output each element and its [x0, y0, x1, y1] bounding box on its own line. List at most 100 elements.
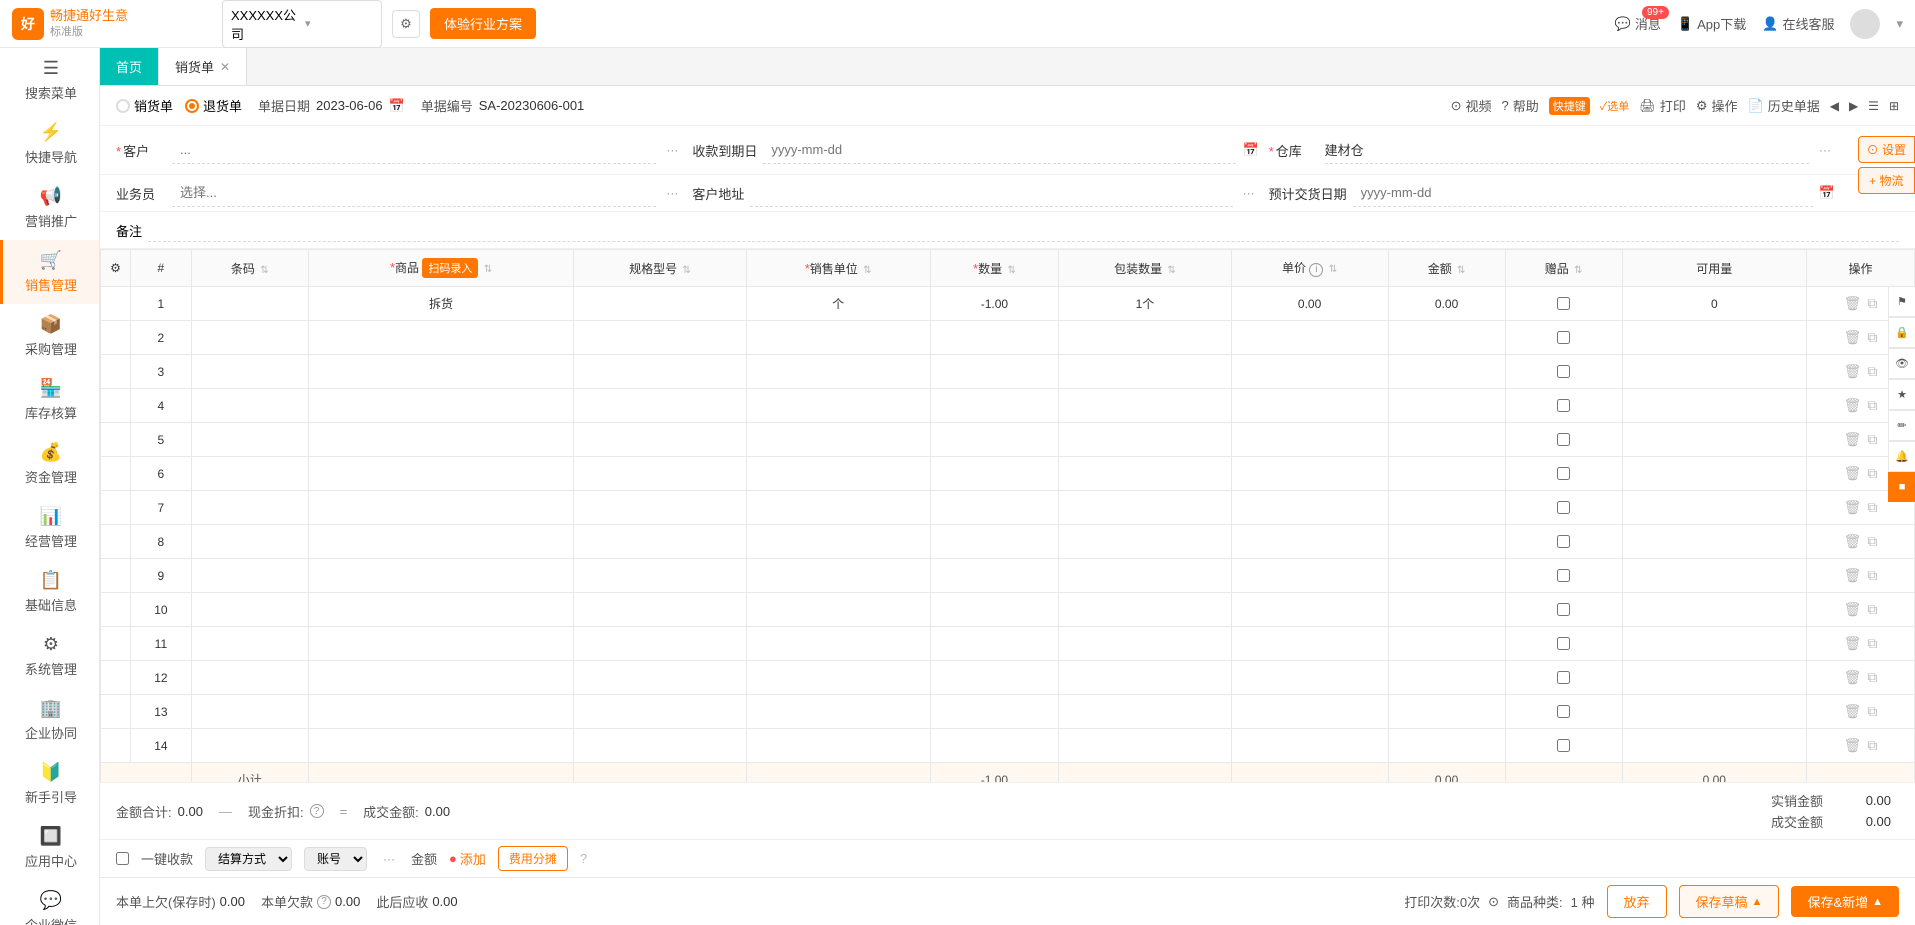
copy-row-6-icon[interactable]: ⧉	[1867, 465, 1877, 482]
save-new-button[interactable]: 保存&新增 ▲	[1791, 886, 1899, 917]
tab-sales-order[interactable]: 销货单 ✕	[159, 48, 247, 85]
trial-button[interactable]: 体验行业方案	[430, 8, 536, 39]
cash-discount-info-icon[interactable]: ?	[310, 804, 324, 818]
sidebar-item-app-center[interactable]: 🔲 应用中心	[0, 816, 99, 880]
customer-ellipsis-icon[interactable]: ···	[662, 143, 682, 157]
next-nav-icon[interactable]: ▶	[1849, 99, 1858, 113]
gift-checkbox-5[interactable]	[1557, 433, 1570, 446]
customer-addr-input[interactable]	[750, 179, 1232, 207]
gift-checkbox-1[interactable]	[1557, 297, 1570, 310]
copy-row-12-icon[interactable]: ⧉	[1867, 669, 1877, 686]
delete-row-11-icon[interactable]: 🗑	[1844, 635, 1862, 652]
copy-row-1-icon[interactable]: ⧉	[1867, 295, 1877, 312]
sidebar-item-wechat[interactable]: 💬 企业微信	[0, 880, 99, 925]
delete-row-5-icon[interactable]: 🗑	[1844, 431, 1862, 448]
gift-checkbox-7[interactable]	[1557, 501, 1570, 514]
delete-row-2-icon[interactable]: 🗑	[1844, 329, 1862, 346]
addr-ellipsis-icon[interactable]: ···	[1239, 186, 1259, 200]
delete-row-1-icon[interactable]: 🗑	[1844, 295, 1862, 312]
delete-row-9-icon[interactable]: 🗑	[1844, 567, 1862, 584]
discard-button[interactable]: 放弃	[1607, 885, 1667, 918]
copy-row-4-icon[interactable]: ⧉	[1867, 397, 1877, 414]
copy-row-11-icon[interactable]: ⧉	[1867, 635, 1877, 652]
sidebar-item-marketing[interactable]: 📢 营销推广	[0, 176, 99, 240]
copy-row-13-icon[interactable]: ⧉	[1867, 703, 1877, 720]
gift-checkbox-9[interactable]	[1557, 569, 1570, 582]
company-selector[interactable]: XXXXXX公司 ▾	[222, 0, 382, 48]
sidebar-item-purchase[interactable]: 📦 采购管理	[0, 304, 99, 368]
copy-row-3-icon[interactable]: ⧉	[1867, 363, 1877, 380]
delete-row-14-icon[interactable]: 🗑	[1844, 737, 1862, 754]
sidebar-item-finance[interactable]: 💰 资金管理	[0, 432, 99, 496]
right-float-flag[interactable]: ⚑	[1888, 286, 1915, 317]
payment-due-calendar-icon[interactable]: 📅	[1242, 142, 1258, 158]
scan-barcode-btn[interactable]: 扫码录入	[422, 258, 478, 278]
list-view-icon[interactable]: ☰	[1868, 99, 1879, 113]
sidebar-item-basic-info[interactable]: 📋 基础信息	[0, 560, 99, 624]
settings-side-btn[interactable]: ⊙ 设置	[1858, 136, 1915, 163]
gift-checkbox-2[interactable]	[1557, 331, 1570, 344]
sidebar-item-system[interactable]: ⚙ 系统管理	[0, 624, 99, 688]
salesperson-input[interactable]	[172, 179, 656, 207]
user-avatar[interactable]	[1850, 9, 1880, 39]
sidebar-item-operation[interactable]: 📊 经营管理	[0, 496, 99, 560]
payment-help-icon[interactable]: ?	[580, 851, 587, 866]
copy-row-7-icon[interactable]: ⧉	[1867, 499, 1877, 516]
delete-row-12-icon[interactable]: 🗑	[1844, 669, 1862, 686]
sidebar-item-sales[interactable]: 🛒 销售管理	[0, 240, 99, 304]
sidebar-item-quick-nav[interactable]: ⚡ 快捷导航	[0, 112, 99, 176]
select-order-action[interactable]: ✓选单	[1600, 98, 1630, 114]
gift-checkbox-11[interactable]	[1557, 637, 1570, 650]
user-menu[interactable]: ▾	[1896, 16, 1903, 32]
app-download-button[interactable]: 📱 App下载	[1677, 14, 1746, 33]
radio-return[interactable]: 退货单	[185, 96, 242, 115]
add-payment-btn[interactable]: ● 添加	[449, 849, 486, 868]
copy-row-8-icon[interactable]: ⧉	[1867, 533, 1877, 550]
warehouse-ellipsis-icon[interactable]: ···	[1815, 143, 1835, 157]
prev-nav-icon[interactable]: ◀	[1830, 99, 1839, 113]
copy-row-2-icon[interactable]: ⧉	[1867, 329, 1877, 346]
gift-checkbox-4[interactable]	[1557, 399, 1570, 412]
copy-row-10-icon[interactable]: ⧉	[1867, 601, 1877, 618]
delete-row-8-icon[interactable]: 🗑	[1844, 533, 1862, 550]
th-settings[interactable]: ⚙	[101, 250, 131, 287]
one-click-payment-checkbox[interactable]	[116, 852, 129, 865]
right-float-star[interactable]: ★	[1888, 379, 1915, 410]
arrears-info-icon[interactable]: ?	[317, 895, 331, 909]
delete-row-6-icon[interactable]: 🗑	[1844, 465, 1862, 482]
expense-split-btn[interactable]: 费用分摊	[498, 846, 568, 871]
gift-checkbox-6[interactable]	[1557, 467, 1570, 480]
delete-row-4-icon[interactable]: 🗑	[1844, 397, 1862, 414]
operate-action[interactable]: ⚙ 操作	[1696, 96, 1738, 115]
delivery-date-input[interactable]	[1353, 179, 1813, 207]
right-float-orange[interactable]: ■	[1888, 472, 1915, 502]
delivery-calendar-icon[interactable]: 📅	[1819, 185, 1835, 201]
shortcut-action[interactable]: 快捷键	[1549, 97, 1590, 115]
sidebar-item-search[interactable]: ☰ 搜索菜单	[0, 48, 99, 112]
gift-checkbox-10[interactable]	[1557, 603, 1570, 616]
sidebar-item-guide[interactable]: 🔰 新手引导	[0, 752, 99, 816]
gift-checkbox-8[interactable]	[1557, 535, 1570, 548]
account-ellipsis-icon[interactable]: ···	[379, 852, 399, 866]
logistics-side-btn[interactable]: + 物流	[1858, 167, 1915, 194]
sidebar-item-enterprise[interactable]: 🏢 企业协同	[0, 688, 99, 752]
help-action[interactable]: ? 帮助	[1502, 96, 1539, 115]
customer-input[interactable]	[172, 136, 656, 164]
gift-checkbox-14[interactable]	[1557, 739, 1570, 752]
gift-checkbox-13[interactable]	[1557, 705, 1570, 718]
delete-row-3-icon[interactable]: 🗑	[1844, 363, 1862, 380]
online-service-button[interactable]: 👤 在线客服	[1762, 14, 1834, 33]
copy-row-5-icon[interactable]: ⧉	[1867, 431, 1877, 448]
grid-view-icon[interactable]: ⊞	[1889, 99, 1899, 113]
copy-row-9-icon[interactable]: ⧉	[1867, 567, 1877, 584]
warehouse-value[interactable]: 建材仓	[1325, 136, 1809, 164]
product-type-info-icon[interactable]: ⊙	[1488, 894, 1499, 910]
remark-input[interactable]	[148, 218, 1899, 242]
sidebar-item-inventory[interactable]: 🏪 库存核算	[0, 368, 99, 432]
delete-row-13-icon[interactable]: 🗑	[1844, 703, 1862, 720]
delete-row-7-icon[interactable]: 🗑	[1844, 499, 1862, 516]
settings-icon[interactable]: ⚙	[392, 10, 420, 38]
right-float-lock[interactable]: 🔒	[1888, 317, 1915, 348]
right-float-bell[interactable]: 🔔	[1888, 441, 1915, 472]
account-select[interactable]: 账号	[304, 847, 367, 871]
